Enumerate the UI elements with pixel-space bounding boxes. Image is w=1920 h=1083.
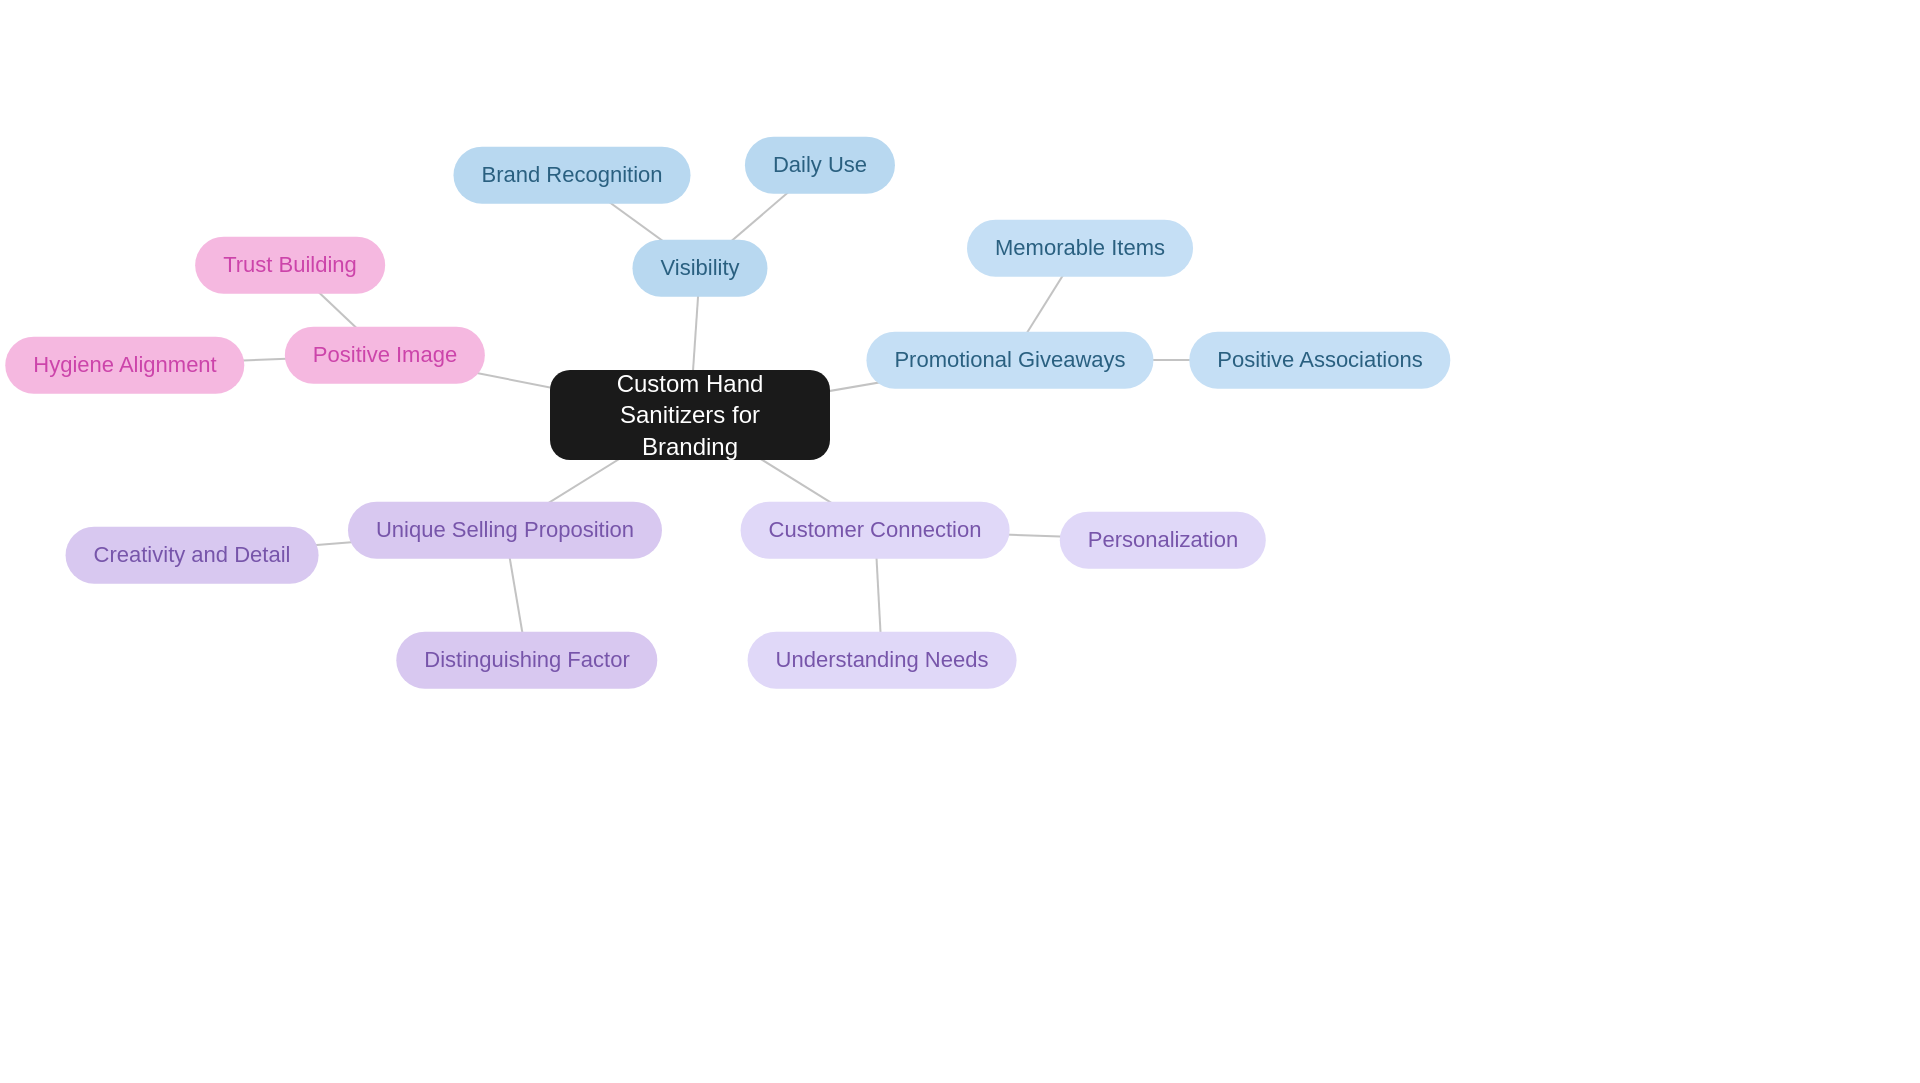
creativity-detail-node: Creativity and Detail	[66, 527, 319, 584]
center-node: Custom Hand Sanitizers forBranding	[550, 370, 830, 460]
daily-use-node: Daily Use	[745, 137, 895, 194]
unique-selling-node: Unique Selling Proposition	[348, 502, 662, 559]
positive-image-node: Positive Image	[285, 327, 485, 384]
mind-map: Custom Hand Sanitizers forBranding Visib…	[0, 0, 1920, 1083]
distinguishing-factor-node: Distinguishing Factor	[396, 632, 657, 689]
personalization-node: Personalization	[1060, 512, 1266, 569]
understanding-needs-node: Understanding Needs	[748, 632, 1017, 689]
hygiene-alignment-node: Hygiene Alignment	[5, 337, 244, 394]
positive-associations-node: Positive Associations	[1189, 332, 1450, 389]
trust-building-node: Trust Building	[195, 237, 385, 294]
customer-connection-node: Customer Connection	[741, 502, 1010, 559]
visibility-node: Visibility	[632, 240, 767, 297]
brand-recognition-node: Brand Recognition	[453, 147, 690, 204]
promotional-giveaways-node: Promotional Giveaways	[866, 332, 1153, 389]
memorable-items-node: Memorable Items	[967, 220, 1193, 277]
